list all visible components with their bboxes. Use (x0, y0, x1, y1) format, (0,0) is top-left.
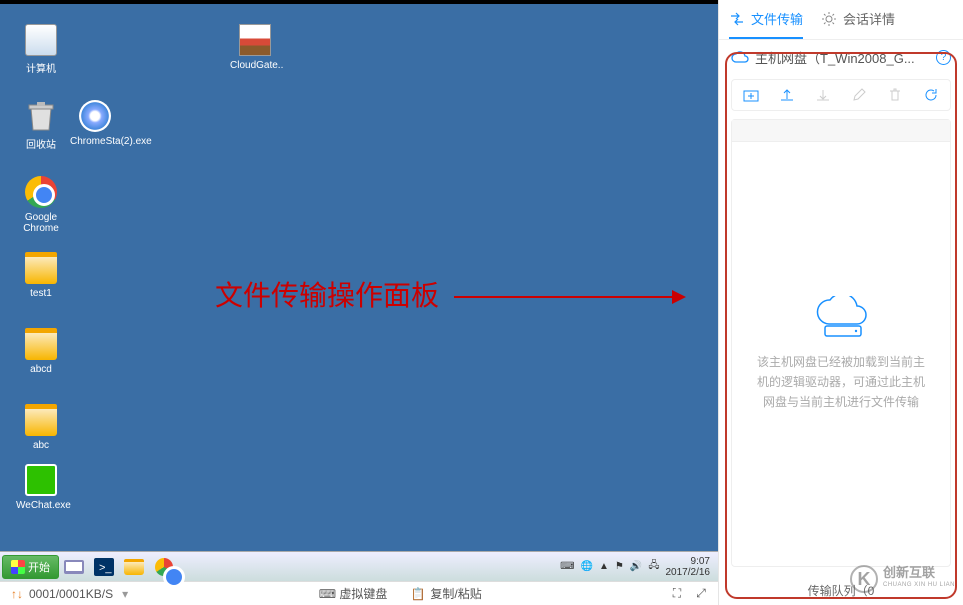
new-folder-button[interactable] (742, 86, 760, 104)
file-list-header (732, 120, 950, 142)
desktop-icon-chromesetup[interactable]: ChromeSta(2).exe (70, 100, 120, 147)
desktop-icon-abcd[interactable]: abcd (16, 328, 66, 375)
refresh-button[interactable] (922, 86, 940, 104)
desktop-icon-label: ChromeSta(2).exe (70, 136, 120, 147)
virtual-keyboard-button[interactable]: ⌨ 虚拟键盘 (320, 585, 387, 602)
disk-title: 主机网盘（T_Win2008_G... (755, 48, 915, 67)
watermark-logo-icon: K (850, 565, 878, 593)
cloud-icon (731, 49, 749, 67)
system-tray: ⌨ 🌐 ▲ ⚑ 🔊 🖧 9:07 2017/2/16 (560, 556, 716, 578)
tray-chevron-up-icon[interactable]: ▲ (599, 561, 609, 572)
tray-volume-icon[interactable]: 🔊 (630, 561, 642, 572)
svg-text:>_: >_ (99, 562, 112, 574)
copy-paste-button[interactable]: 📋 复制/粘贴 (411, 585, 481, 602)
watermark: K 创新互联 CHUANG XIN HU LIAN (850, 565, 955, 593)
desktop-icon-label: Google Chrome (16, 212, 66, 234)
transfer-icon (729, 11, 745, 27)
watermark-en: CHUANG XIN HU LIAN (883, 579, 955, 591)
desktop-icon-label: abc (16, 440, 66, 451)
file-transfer-panel: 文件传输 会话详情 主机网盘（T_Win2008_G... ? (718, 0, 963, 605)
tab-label: 文件传输 (751, 9, 803, 28)
clipboard-icon: 📋 (411, 587, 425, 601)
expand-icon: ⤢ (694, 587, 708, 601)
edit-button (850, 86, 868, 104)
desktop-icon-wechat[interactable]: WeChat.exe (16, 464, 66, 511)
speed-text: 0001/0001KB/S (29, 587, 113, 601)
tray-desktop-icon[interactable]: ⌨ (560, 561, 574, 572)
cloud-drive-icon (811, 296, 871, 338)
file-list-pane: 该主机网盘已经被加载到当前主机的逻辑驱动器，可通过此主机网盘与当前主机进行文件传… (731, 119, 951, 567)
desktop-icon-chrome[interactable]: Google Chrome (16, 176, 66, 234)
chrome-icon (25, 176, 57, 208)
tab-label: 会话详情 (843, 9, 895, 28)
tray-flag-icon[interactable]: ⚑ (615, 561, 624, 572)
tray-network-icon[interactable]: 🖧 (648, 558, 659, 575)
taskbar: 开始 >_ ⌨ 🌐 ▲ ⚑ 🔊 🖧 9:07 2017/2/16 (0, 551, 718, 581)
folder-icon (25, 328, 57, 360)
desktop-icon-label: CloudGate.. (230, 60, 280, 71)
desktop-icon-abc[interactable]: abc (16, 404, 66, 451)
date-text: 2017/2/16 (666, 567, 711, 578)
taskbar-powershell-icon[interactable]: >_ (92, 556, 116, 578)
empty-text: 该主机网盘已经被加载到当前主机的逻辑驱动器，可通过此主机网盘与当前主机进行文件传… (756, 352, 926, 412)
delete-button (886, 86, 904, 104)
desktop-icon-test1[interactable]: test1 (16, 252, 66, 299)
remote-desktop[interactable]: 计算机 CloudGate.. 回收站 ChromeSta(2).exe Goo… (0, 4, 718, 581)
disk-header: 主机网盘（T_Win2008_G... ? (719, 40, 963, 75)
keyboard-icon: ⌨ (320, 587, 334, 601)
tab-file-transfer[interactable]: 文件传输 (729, 0, 803, 39)
taskbar-chrome-icon[interactable] (152, 556, 176, 578)
desktop-icon-computer[interactable]: 计算机 (16, 24, 66, 75)
copy-label: 复制/粘贴 (430, 585, 481, 602)
start-button[interactable]: 开始 (2, 555, 59, 579)
desktop-icon-label: test1 (16, 288, 66, 299)
exit-fullscreen-button[interactable]: ⛶ (670, 587, 684, 601)
connection-status-bar: ↑↓ 0001/0001KB/S ▾ ⌨ 虚拟键盘 📋 复制/粘贴 ⛶ ⤢ (0, 581, 718, 605)
computer-icon (25, 24, 57, 56)
arrow-icon (454, 296, 684, 298)
wechat-icon (25, 464, 57, 496)
desktop-icon-label: 回收站 (16, 136, 66, 151)
windows-logo-icon (11, 560, 25, 574)
watermark-cn: 创新互联 (883, 567, 955, 579)
recycle-bin-icon (25, 100, 57, 132)
annotation: 文件传输操作面板 (215, 274, 684, 314)
remote-desktop-area: 计算机 CloudGate.. 回收站 ChromeSta(2).exe Goo… (0, 0, 718, 605)
desktop-icon-label: WeChat.exe (16, 500, 66, 511)
taskbar-folder-icon[interactable] (122, 556, 146, 578)
annotation-text: 文件传输操作面板 (215, 274, 439, 314)
fullscreen-button[interactable]: ⤢ (694, 587, 708, 601)
disc-icon (79, 100, 111, 132)
empty-state: 该主机网盘已经被加载到当前主机的逻辑驱动器，可通过此主机网盘与当前主机进行文件传… (732, 142, 950, 566)
desktop-icon-cloudgate[interactable]: CloudGate.. (230, 24, 280, 71)
help-icon[interactable]: ? (936, 50, 951, 65)
upload-download-icon: ↑↓ (10, 587, 24, 601)
folder-icon (25, 252, 57, 284)
tray-globe-icon[interactable]: 🌐 (581, 561, 593, 572)
start-label: 开始 (28, 559, 50, 575)
desktop-icon-label: 计算机 (16, 60, 66, 75)
taskbar-clock[interactable]: 9:07 2017/2/16 (666, 556, 711, 578)
download-button (814, 86, 832, 104)
kbd-label: 虚拟键盘 (339, 585, 387, 602)
collapse-icon: ⛶ (670, 587, 684, 601)
desktop-icon-label: abcd (16, 364, 66, 375)
folder-icon (25, 404, 57, 436)
tab-session-details[interactable]: 会话详情 (821, 0, 895, 39)
panel-tabs: 文件传输 会话详情 (719, 0, 963, 40)
file-toolbar (731, 79, 951, 111)
gear-icon (821, 11, 837, 27)
taskbar-explorer-icon[interactable] (62, 556, 86, 578)
desktop-icon-recycle[interactable]: 回收站 (16, 100, 66, 151)
cloudgate-icon (239, 24, 271, 56)
upload-button[interactable] (778, 86, 796, 104)
time-text: 9:07 (691, 556, 710, 567)
transfer-speed: ↑↓ 0001/0001KB/S ▾ (10, 587, 132, 601)
chevron-down-icon[interactable]: ▾ (118, 587, 132, 601)
